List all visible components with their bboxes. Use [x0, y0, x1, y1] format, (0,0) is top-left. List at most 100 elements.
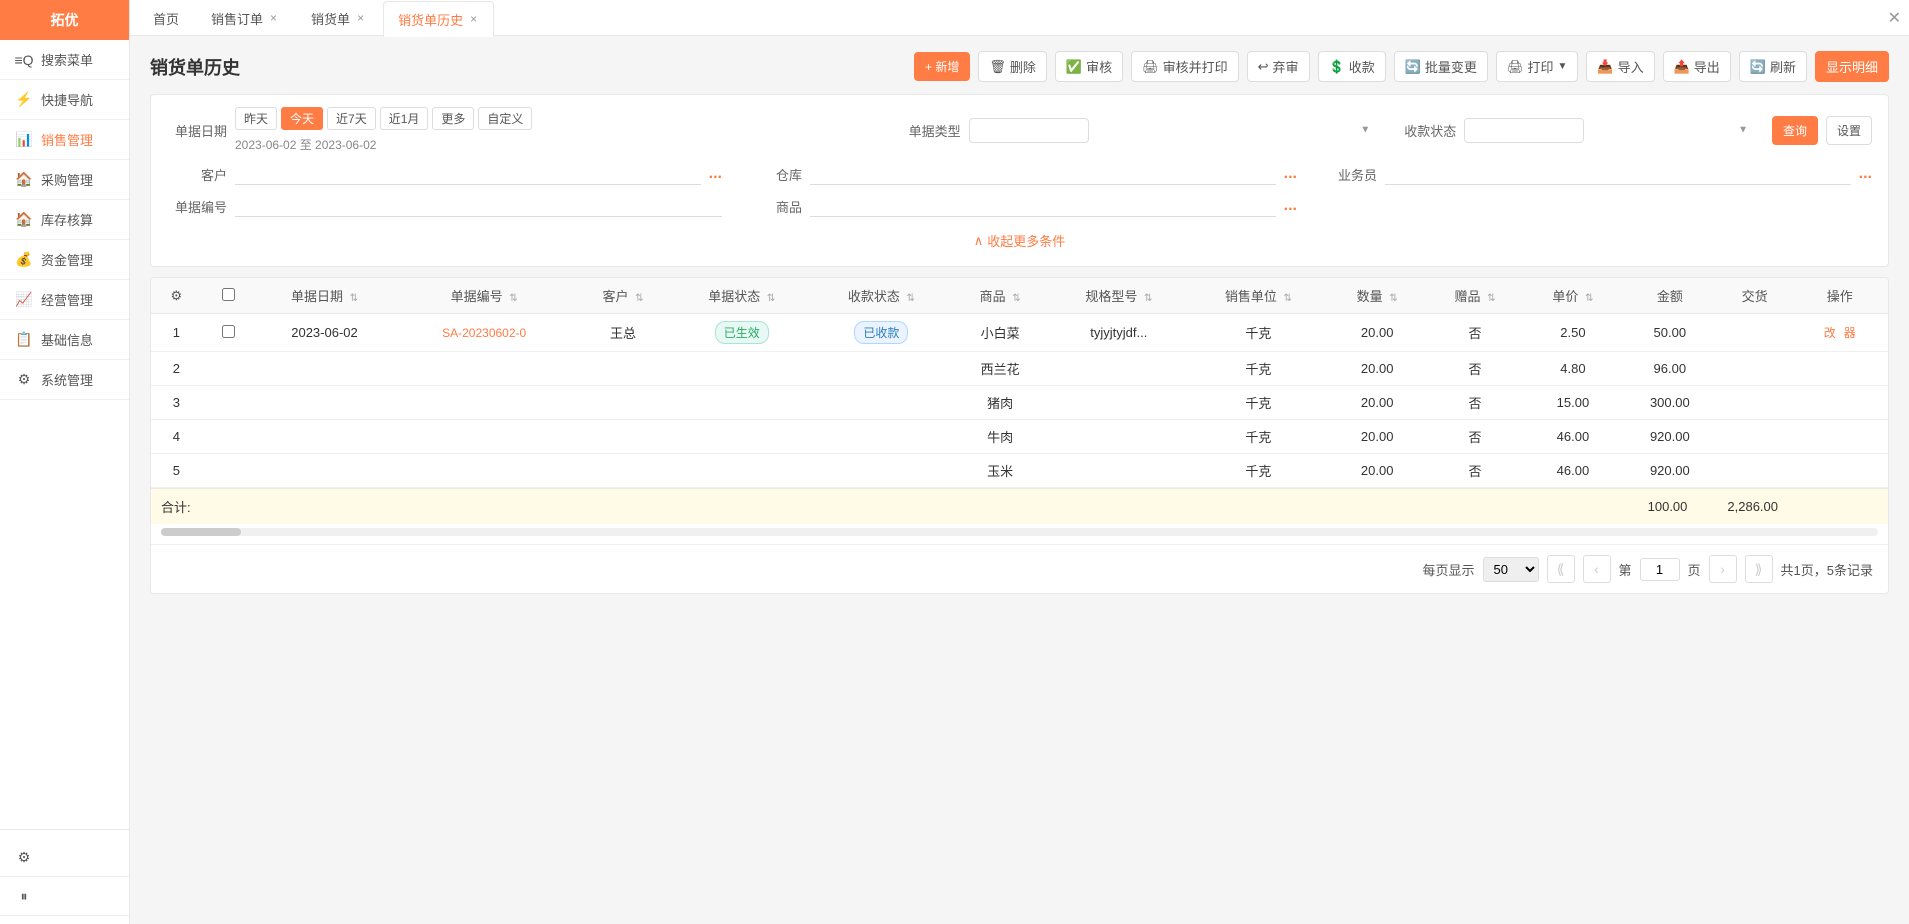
tab-sales-delivery-close[interactable]: × — [355, 11, 366, 25]
customer-input[interactable] — [235, 163, 701, 185]
approve-button[interactable]: ✅ 审核 — [1055, 51, 1123, 82]
col-trade[interactable]: 交货 — [1718, 278, 1792, 314]
salesperson-input[interactable] — [1385, 163, 1851, 185]
col-unit-price[interactable]: 单价 ⇅ — [1524, 278, 1622, 314]
sidebar-item-ops[interactable]: 📈 经营管理 — [0, 280, 129, 320]
tab-home[interactable]: 首页 — [138, 0, 194, 36]
product-input[interactable] — [810, 195, 1276, 217]
sidebar-item-sales[interactable]: 📊 销售管理 — [0, 120, 129, 160]
query-button[interactable]: 查询 — [1772, 116, 1818, 145]
col-gift[interactable]: 赠品 ⇅ — [1426, 278, 1524, 314]
date-btn-7days[interactable]: 近7天 — [327, 107, 376, 130]
collect-button[interactable]: 💲 收款 — [1318, 51, 1386, 82]
sidebar-item-inventory[interactable]: 🏠 库存核算 — [0, 200, 129, 240]
col-unit[interactable]: 销售单位 ⇅ — [1189, 278, 1329, 314]
delete-button[interactable]: 🗑 删除 — [978, 51, 1047, 82]
col-actions: 操作 — [1792, 278, 1888, 314]
tab-sales-history-close[interactable]: × — [468, 12, 479, 26]
export-button[interactable]: 📤 导出 — [1663, 51, 1731, 82]
customer-ellipsis[interactable]: ... — [709, 165, 722, 183]
data-table: ⚙ 单据日期 ⇅ 单据编号 ⇅ — [151, 278, 1888, 488]
batch-change-icon: 🔄 — [1405, 59, 1421, 75]
cell-checkbox[interactable] — [202, 420, 255, 454]
page-last-btn[interactable]: ⟫ — [1745, 555, 1773, 583]
collapse-button[interactable]: ∧ 收起更多条件 — [962, 227, 1078, 254]
cell-checkbox[interactable] — [202, 314, 255, 352]
cell-gift: 否 — [1426, 386, 1524, 420]
warehouse-ellipsis[interactable]: ... — [1284, 165, 1297, 183]
print-dropdown-icon: ▼ — [1557, 61, 1567, 72]
select-all-checkbox[interactable] — [222, 288, 235, 301]
doc-no-input[interactable] — [235, 195, 722, 217]
cell-actions — [1792, 352, 1888, 386]
scrollbar-thumb[interactable] — [161, 528, 241, 536]
per-page-select[interactable]: 50 100 200 — [1483, 557, 1539, 582]
cell-checkbox[interactable] — [202, 352, 255, 386]
sidebar-item-base[interactable]: 📋 基础信息 — [0, 320, 129, 360]
approve-print-button[interactable]: 🖨 审核并打印 — [1131, 51, 1239, 82]
window-close-icon[interactable]: ✕ — [1888, 8, 1901, 28]
more-action[interactable]: 器 — [1844, 326, 1856, 340]
col-doc-status[interactable]: 单据状态 ⇅ — [672, 278, 812, 314]
tab-sales-delivery[interactable]: 销货单 × — [296, 0, 381, 36]
sidebar-collapse-btn[interactable]: ⏸ — [0, 877, 129, 916]
approve-print-icon: 🖨 — [1142, 59, 1159, 75]
page-prev-btn[interactable]: ‹ — [1583, 555, 1611, 583]
col-qty[interactable]: 数量 ⇅ — [1328, 278, 1426, 314]
sidebar-item-system[interactable]: ⚙ 系统管理 — [0, 360, 129, 400]
date-btn-more[interactable]: 更多 — [432, 107, 474, 130]
sidebar-item-quick-nav[interactable]: ⚡ 快捷导航 — [0, 80, 129, 120]
horizontal-scrollbar[interactable] — [151, 528, 1888, 544]
sidebar-item-finance[interactable]: 💰 资金管理 — [0, 240, 129, 280]
sidebar-settings-btn[interactable]: ⚙ — [0, 838, 129, 877]
warehouse-field: 仓库 ... — [742, 163, 1297, 185]
col-date[interactable]: 单据日期 ⇅ — [255, 278, 395, 314]
payment-status-select-wrapper — [1464, 118, 1754, 143]
warehouse-input[interactable] — [810, 163, 1276, 185]
search-menu-icon: ≡Q — [15, 51, 33, 69]
cell-doc-status — [672, 420, 812, 454]
cell-checkbox[interactable] — [202, 386, 255, 420]
cell-checkbox[interactable] — [202, 454, 255, 488]
edit-action[interactable]: 改 — [1824, 326, 1836, 340]
page-label: 第 — [1619, 560, 1632, 579]
base-info-icon: 📋 — [15, 331, 33, 349]
row-checkbox[interactable] — [222, 325, 235, 338]
refresh-button[interactable]: 🔄 刷新 — [1739, 51, 1807, 82]
col-customer[interactable]: 客户 ⇅ — [574, 278, 672, 314]
doc-type-select[interactable] — [969, 118, 1089, 143]
print-button[interactable]: 🖨 打印 ▼ — [1496, 51, 1578, 82]
col-settings[interactable]: ⚙ — [151, 278, 202, 314]
sidebar-item-purchase[interactable]: 🏠 采购管理 — [0, 160, 129, 200]
col-spec[interactable]: 规格型号 ⇅ — [1049, 278, 1189, 314]
tab-sales-history[interactable]: 销货单历史 × — [383, 1, 494, 37]
tab-sales-order[interactable]: 销售订单 × — [196, 0, 294, 36]
show-details-button[interactable]: 显示明细 — [1815, 51, 1889, 82]
import-button[interactable]: 📥 导入 — [1586, 51, 1654, 82]
discard-button[interactable]: ↩ 弃审 — [1247, 51, 1310, 82]
date-btn-today[interactable]: 今天 — [281, 107, 323, 130]
salesperson-ellipsis[interactable]: ... — [1859, 165, 1872, 183]
page-input[interactable] — [1640, 558, 1680, 581]
col-payment-status[interactable]: 收款状态 ⇅ — [812, 278, 952, 314]
page-first-btn[interactable]: ⟪ — [1547, 555, 1575, 583]
page-next-btn[interactable]: › — [1709, 555, 1737, 583]
product-ellipsis[interactable]: ... — [1284, 197, 1297, 215]
date-btn-custom[interactable]: 自定义 — [478, 107, 532, 130]
sidebar-item-search[interactable]: ≡Q 搜索菜单 — [0, 40, 129, 80]
col-doc-no[interactable]: 单据编号 ⇅ — [394, 278, 574, 314]
date-btn-1month[interactable]: 近1月 — [380, 107, 429, 130]
table-settings-icon[interactable]: ⚙ — [171, 288, 183, 303]
tab-sales-order-close[interactable]: × — [268, 11, 279, 25]
col-product[interactable]: 商品 ⇅ — [951, 278, 1049, 314]
salesperson-label: 业务员 — [1317, 165, 1377, 184]
date-btn-yesterday[interactable]: 昨天 — [235, 107, 277, 130]
settings-button[interactable]: 设置 — [1826, 116, 1872, 145]
batch-change-button[interactable]: 🔄 批量变更 — [1394, 51, 1488, 82]
payment-status-select[interactable] — [1464, 118, 1584, 143]
col-amount[interactable]: 金额 — [1622, 278, 1718, 314]
doc-no-link[interactable]: SA-20230602-0 — [442, 326, 526, 340]
new-button[interactable]: + 新增 — [914, 52, 970, 81]
cell-trade — [1718, 352, 1792, 386]
tab-home-label: 首页 — [153, 9, 179, 28]
